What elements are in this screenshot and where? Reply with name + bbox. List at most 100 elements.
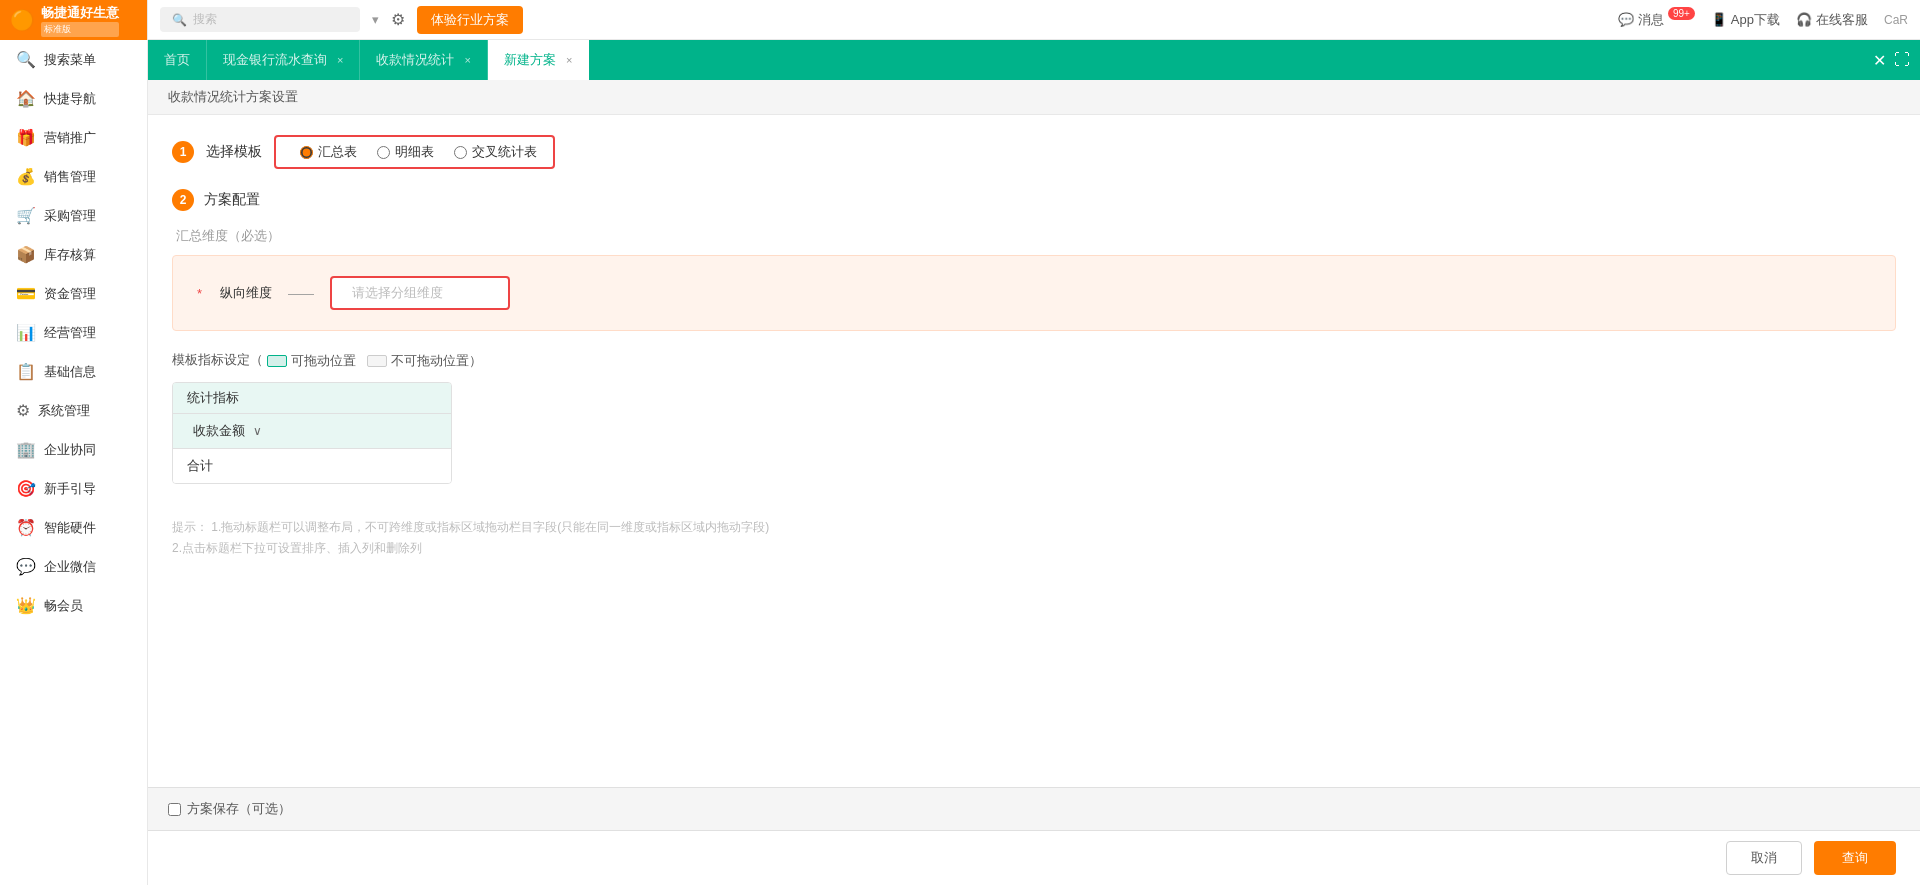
tip2: 2.点击标题栏下拉可设置排序、插入列和删除列 <box>172 540 1896 557</box>
sidebar-item-label: 新手引导 <box>44 480 96 498</box>
sidebar-item-system[interactable]: ⚙ 系统管理 <box>0 391 147 430</box>
tab-new-plan-close-icon[interactable]: × <box>566 54 572 66</box>
money-icon: 💰 <box>16 167 36 186</box>
main-area: 🔍 搜索 ▾ ⚙ 体验行业方案 💬 消息 99+ 📱 App下载 🎧 在线客服 … <box>148 0 1920 885</box>
tab-collection-stat[interactable]: 收款情况统计 × <box>360 40 487 80</box>
sidebar-item-capital[interactable]: 💳 资金管理 <box>0 274 147 313</box>
card-icon: 💳 <box>16 284 36 303</box>
tip1: 提示： 1.拖动标题栏可以调整布局，不可跨维度或指标区域拖动栏目字段(只能在同一… <box>172 519 1896 536</box>
radio-crosstab[interactable]: 交叉统计表 <box>454 143 537 161</box>
table-row: 收款金额 ∨ <box>173 413 451 448</box>
vertical-dimension-label: 纵向维度 <box>220 284 272 302</box>
cancel-button[interactable]: 取消 <box>1726 841 1802 875</box>
indicators-table: 统计指标 收款金额 ∨ 合计 <box>172 382 452 484</box>
search-icon: 🔍 <box>172 13 187 27</box>
radio-detail-input[interactable] <box>377 146 390 159</box>
message-item[interactable]: 💬 消息 99+ <box>1618 11 1695 29</box>
indicator-dropdown-icon[interactable]: ∨ <box>253 424 262 438</box>
query-button[interactable]: 查询 <box>1814 841 1896 875</box>
sidebar-item-sales[interactable]: 💰 销售管理 <box>0 157 147 196</box>
tab-close-all-icon[interactable]: ✕ <box>1873 51 1886 70</box>
sidebar-item-label: 销售管理 <box>44 168 96 186</box>
sidebar-item-label: 采购管理 <box>44 207 96 225</box>
tips-section: 提示： 1.拖动标题栏可以调整布局，不可跨维度或指标区域拖动栏目字段(只能在同一… <box>172 507 1896 573</box>
section1-number: 1 <box>172 141 194 163</box>
message-label: 消息 <box>1638 11 1664 29</box>
fixed-legend: 不可拖动位置） <box>367 352 482 370</box>
section2: 2 方案配置 汇总维度（必选） * 纵向维度 —— 请选择分组维度 <box>172 189 1896 573</box>
box-icon: 📦 <box>16 245 36 264</box>
sidebar-item-basic-info[interactable]: 📋 基础信息 <box>0 352 147 391</box>
radio-detail-label: 明细表 <box>395 143 434 161</box>
dimension-select[interactable]: 请选择分组维度 <box>330 276 510 310</box>
sidebar-item-operation[interactable]: 📊 经营管理 <box>0 313 147 352</box>
target-icon: 🎯 <box>16 479 36 498</box>
sidebar-item-inventory[interactable]: 📦 库存核算 <box>0 235 147 274</box>
sidebar-item-smart-hw[interactable]: ⏰ 智能硬件 <box>0 508 147 547</box>
radio-summary[interactable]: 汇总表 <box>300 143 357 161</box>
page-content: 收款情况统计方案设置 1 选择模板 汇总表 明细表 <box>148 80 1920 885</box>
sum-row: 合计 <box>173 448 451 483</box>
sidebar-item-label: 基础信息 <box>44 363 96 381</box>
save-checkbox-text: 方案保存（可选） <box>187 800 291 818</box>
industry-plan-button[interactable]: 体验行业方案 <box>417 6 523 34</box>
sidebar-item-label: 系统管理 <box>38 402 90 420</box>
dropdown-arrow-icon[interactable]: ▾ <box>372 12 379 27</box>
radio-detail[interactable]: 明细表 <box>377 143 434 161</box>
sidebar-item-enterprise[interactable]: 🏢 企业协同 <box>0 430 147 469</box>
radio-summary-label: 汇总表 <box>318 143 357 161</box>
section1-title: 选择模板 <box>206 143 262 161</box>
topbar-search-box[interactable]: 🔍 搜索 <box>160 7 360 32</box>
sidebar-item-quick-nav[interactable]: 🏠 快捷导航 <box>0 79 147 118</box>
dimension-label: 汇总维度（必选） <box>172 227 1896 245</box>
section2-header: 2 方案配置 <box>172 189 1896 211</box>
sidebar-item-label: 畅会员 <box>44 597 83 615</box>
sidebar-item-label: 企业微信 <box>44 558 96 576</box>
save-checkbox-label[interactable]: 方案保存（可选） <box>168 800 291 818</box>
sidebar-item-marketing[interactable]: 🎁 营销推广 <box>0 118 147 157</box>
tab-collection-stat-close-icon[interactable]: × <box>464 54 470 66</box>
clipboard-icon: 📋 <box>16 362 36 381</box>
form-area: 1 选择模板 汇总表 明细表 交叉统计表 <box>148 115 1920 787</box>
tabbar: 首页 现金银行流水查询 × 收款情况统计 × 新建方案 × ✕ ⛶ <box>148 40 1920 80</box>
tab-bank-flow-close-icon[interactable]: × <box>337 54 343 66</box>
template-selection-box: 汇总表 明细表 交叉统计表 <box>274 135 555 169</box>
topbar-right: 💬 消息 99+ 📱 App下载 🎧 在线客服 CaR <box>1618 11 1908 29</box>
sidebar-item-label: 智能硬件 <box>44 519 96 537</box>
sidebar-item-purchase[interactable]: 🛒 采购管理 <box>0 196 147 235</box>
save-checkbox[interactable] <box>168 803 181 816</box>
sidebar-item-enterprise-wechat[interactable]: 💬 企业微信 <box>0 547 147 586</box>
settings-icon[interactable]: ⚙ <box>391 10 405 29</box>
tab-bank-flow[interactable]: 现金银行流水查询 × <box>207 40 360 80</box>
sidebar-item-search-menu[interactable]: 🔍 搜索菜单 <box>0 40 147 79</box>
radio-summary-input[interactable] <box>300 146 313 159</box>
radio-crosstab-input[interactable] <box>454 146 467 159</box>
template-radio-group: 汇总表 明细表 交叉统计表 <box>300 143 537 161</box>
section2-title: 方案配置 <box>204 191 260 209</box>
draggable-legend: 可拖动位置 <box>267 352 360 367</box>
message-icon: 💬 <box>1618 12 1634 27</box>
page-header: 收款情况统计方案设置 <box>148 80 1920 115</box>
online-service-item[interactable]: 🎧 在线客服 <box>1796 11 1868 29</box>
sidebar-item-member[interactable]: 👑 畅会员 <box>0 586 147 625</box>
app-download-item[interactable]: 📱 App下载 <box>1711 11 1780 29</box>
dimension-label-text: 汇总维度（必选） <box>176 228 280 243</box>
tab-expand-icon[interactable]: ⛶ <box>1894 51 1910 69</box>
app-icon: 📱 <box>1711 12 1727 27</box>
logo-badge: 标准版 <box>41 22 119 37</box>
sidebar: 🟠 畅捷通好生意 标准版 🔍 搜索菜单 🏠 快捷导航 🎁 营销推广 💰 销售管理… <box>0 0 148 885</box>
tab-home[interactable]: 首页 <box>148 40 207 80</box>
required-marker: * <box>197 286 202 301</box>
cart-icon: 🛒 <box>16 206 36 225</box>
dimension-row: * 纵向维度 —— 请选择分组维度 <box>197 276 1871 310</box>
sidebar-item-label: 搜索菜单 <box>44 51 96 69</box>
indicators-label: 模板指标设定（ 可拖动位置 不可拖动位置） <box>172 351 482 370</box>
gift-icon: 🎁 <box>16 128 36 147</box>
fixed-box-icon <box>367 355 387 367</box>
section2-number: 2 <box>172 189 194 211</box>
tab-bank-flow-label: 现金银行流水查询 <box>223 51 327 69</box>
indicators-header: 模板指标设定（ 可拖动位置 不可拖动位置） <box>172 351 1896 370</box>
app-download-label: App下载 <box>1731 11 1780 29</box>
sidebar-item-newbie[interactable]: 🎯 新手引导 <box>0 469 147 508</box>
tab-new-plan[interactable]: 新建方案 × <box>488 40 589 80</box>
